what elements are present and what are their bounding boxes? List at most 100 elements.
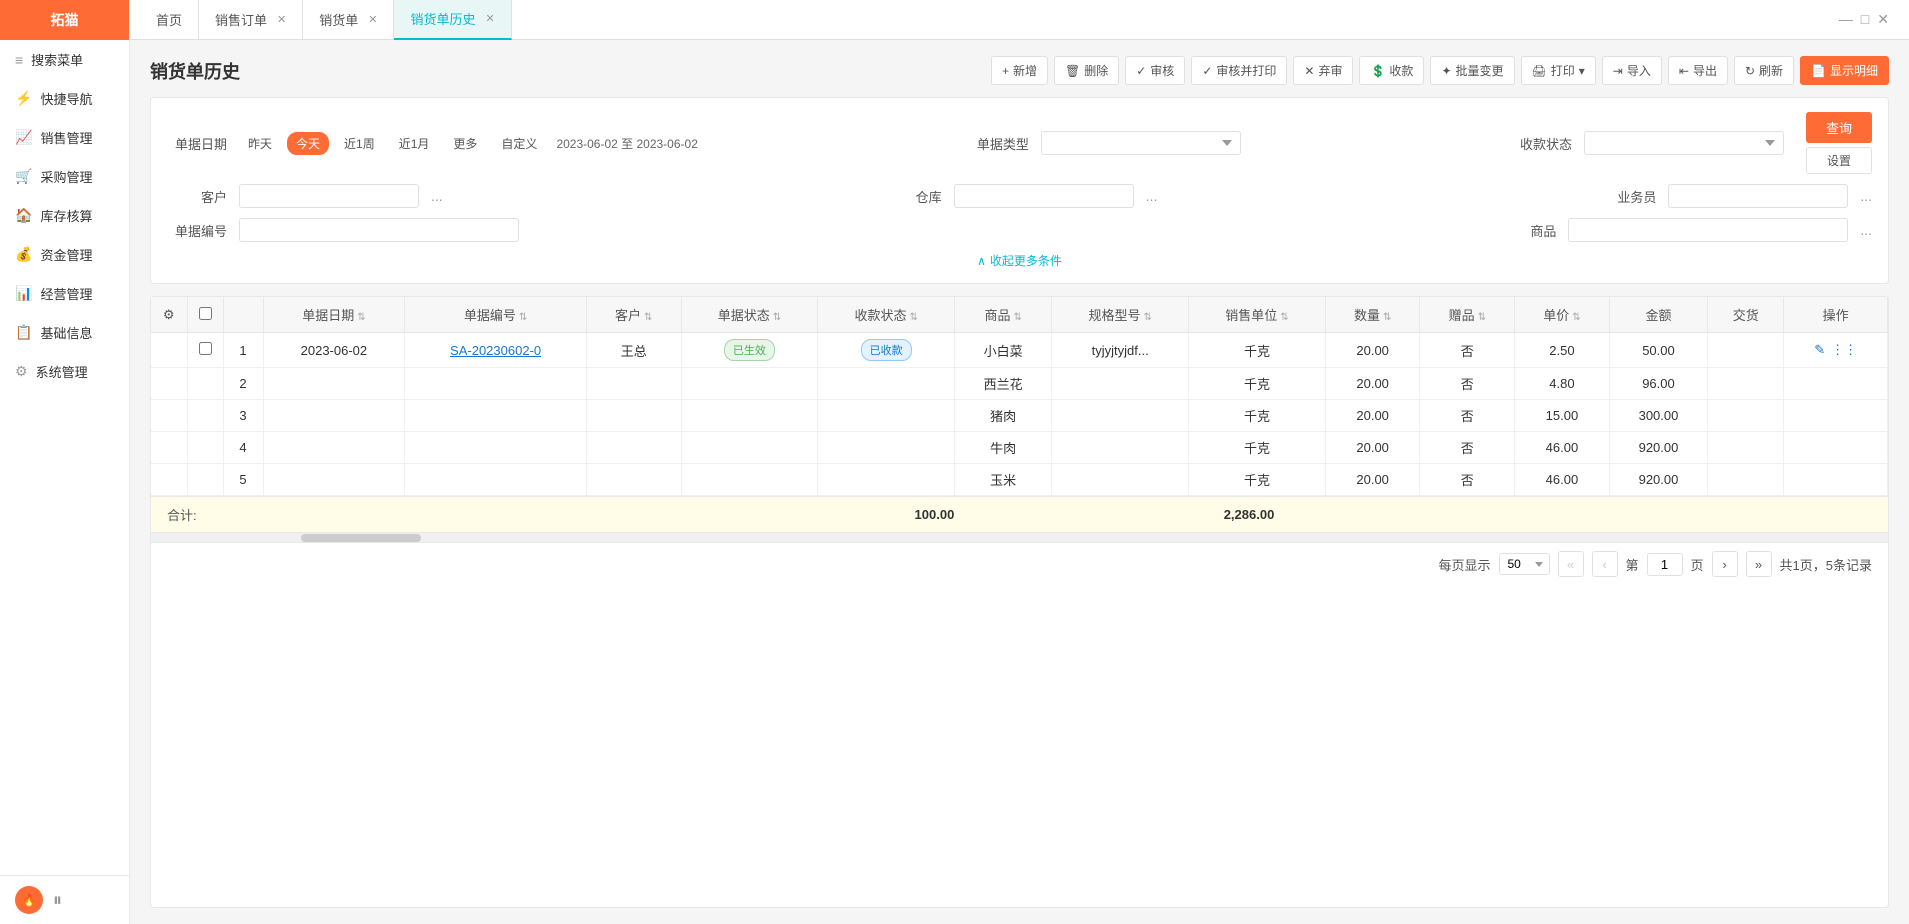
row-action[interactable] bbox=[1784, 464, 1888, 496]
unit-header[interactable]: 销售单位⇅ bbox=[1189, 297, 1326, 333]
tab-sales-order[interactable]: 销售订单 ✕ bbox=[199, 0, 303, 40]
close-window-icon[interactable]: ✕ bbox=[1877, 11, 1889, 28]
spec-header[interactable]: 规格型号⇅ bbox=[1052, 297, 1189, 333]
tab-home[interactable]: 首页 bbox=[140, 0, 199, 40]
row-check[interactable] bbox=[187, 464, 223, 496]
prev-page-button[interactable]: ‹ bbox=[1592, 551, 1618, 577]
tab-sales-history[interactable]: 销货单历史 ✕ bbox=[394, 0, 511, 40]
goods-header[interactable]: 商品⇅ bbox=[955, 297, 1052, 333]
audit-button[interactable]: ✓ 审核 bbox=[1125, 56, 1185, 85]
row-action[interactable] bbox=[1784, 368, 1888, 400]
date-yesterday[interactable]: 昨天 bbox=[239, 132, 281, 155]
customer-dots[interactable]: ... bbox=[431, 188, 443, 204]
sidebar-item-search-menu[interactable]: ≡ 搜索菜单 bbox=[0, 40, 129, 79]
sidebar-item-operations[interactable]: 📊 经营管理 bbox=[0, 274, 129, 313]
settings-button[interactable]: 设置 bbox=[1806, 147, 1872, 174]
system-icon: ⚙ bbox=[15, 363, 28, 380]
gear-header[interactable]: ⚙ bbox=[151, 297, 187, 333]
row-doc-no[interactable] bbox=[405, 432, 587, 464]
doc-date-header[interactable]: 单据日期⇅ bbox=[263, 297, 405, 333]
doc-status-header[interactable]: 单据状态⇅ bbox=[681, 297, 818, 333]
doc-no-input[interactable] bbox=[239, 218, 519, 242]
customer-input[interactable] bbox=[239, 184, 419, 208]
last-page-button[interactable]: » bbox=[1746, 551, 1772, 577]
sort-icon: ⇅ bbox=[1572, 312, 1580, 323]
maximize-icon[interactable]: □ bbox=[1861, 11, 1869, 28]
tab-sales-goods-close[interactable]: ✕ bbox=[368, 13, 377, 26]
payment-status-select[interactable] bbox=[1584, 131, 1784, 155]
batch-change-button[interactable]: ✦ 批量变更 bbox=[1430, 56, 1514, 85]
add-button[interactable]: + 新增 bbox=[991, 56, 1048, 85]
row-doc-no[interactable] bbox=[405, 464, 587, 496]
customer-header[interactable]: 客户⇅ bbox=[586, 297, 681, 333]
table-scroll: ⚙ 单据日期⇅ 单据编号⇅ 客户⇅ 单据状态⇅ 收款状态⇅ 商品⇅ 规格型号⇅ … bbox=[151, 297, 1888, 496]
scrollbar-thumb[interactable] bbox=[301, 534, 421, 542]
pause-icon[interactable]: ⏸ bbox=[53, 890, 62, 911]
row-doc-no[interactable] bbox=[405, 400, 587, 432]
sidebar-item-finance[interactable]: 💰 资金管理 bbox=[0, 235, 129, 274]
print-button[interactable]: 🖨 打印 ▾ bbox=[1521, 56, 1596, 85]
row-check[interactable] bbox=[187, 432, 223, 464]
row-checkbox[interactable] bbox=[199, 342, 212, 355]
first-page-button[interactable]: « bbox=[1558, 551, 1584, 577]
search-button[interactable]: 查询 bbox=[1806, 112, 1872, 143]
more-action[interactable]: ⋮⋮ bbox=[1831, 342, 1857, 357]
refresh-button[interactable]: ↻ 刷新 bbox=[1734, 56, 1794, 85]
date-last7[interactable]: 近1周 bbox=[335, 132, 384, 155]
minimize-icon[interactable]: — bbox=[1839, 11, 1853, 28]
add-label: 新增 bbox=[1013, 62, 1037, 79]
row-check[interactable] bbox=[187, 333, 223, 368]
price-header[interactable]: 单价⇅ bbox=[1515, 297, 1610, 333]
warehouse-input[interactable] bbox=[954, 184, 1134, 208]
tab-sales-history-close[interactable]: ✕ bbox=[486, 12, 495, 25]
delete-button[interactable]: 🗑 删除 bbox=[1054, 56, 1119, 85]
row-doc-no[interactable]: SA-20230602-0 bbox=[405, 333, 587, 368]
doc-no-header[interactable]: 单据编号⇅ bbox=[405, 297, 587, 333]
date-today[interactable]: 今天 bbox=[287, 132, 329, 155]
row-check[interactable] bbox=[187, 400, 223, 432]
pay-status-header[interactable]: 收款状态⇅ bbox=[818, 297, 955, 333]
warehouse-dots[interactable]: ... bbox=[1146, 188, 1158, 204]
action-header: 操作 bbox=[1784, 297, 1888, 333]
page-input[interactable] bbox=[1647, 553, 1683, 576]
sidebar-item-quick-nav[interactable]: ⚡ 快捷导航 bbox=[0, 79, 129, 118]
goods-input[interactable] bbox=[1568, 218, 1848, 242]
page-size-select[interactable]: 20 50 100 bbox=[1499, 553, 1550, 575]
row-action[interactable]: ✎ ⋮⋮ bbox=[1784, 333, 1888, 368]
collect-button[interactable]: 💲 收款 bbox=[1359, 56, 1424, 85]
date-custom[interactable]: 自定义 bbox=[492, 132, 546, 155]
row-action[interactable] bbox=[1784, 400, 1888, 432]
row-qty: 20.00 bbox=[1325, 333, 1420, 368]
collapse-button[interactable]: ∧ 收起更多条件 bbox=[167, 252, 1872, 269]
import-button[interactable]: ⇥ 导入 bbox=[1602, 56, 1662, 85]
date-last30[interactable]: 近1月 bbox=[390, 132, 439, 155]
export-button[interactable]: ⇤ 导出 bbox=[1668, 56, 1728, 85]
sidebar-item-inventory[interactable]: 🏠 库存核算 bbox=[0, 196, 129, 235]
row-action[interactable] bbox=[1784, 432, 1888, 464]
audit-print-button[interactable]: ✓ 审核并打印 bbox=[1191, 56, 1287, 85]
date-more[interactable]: 更多 bbox=[444, 132, 486, 155]
select-all-checkbox[interactable] bbox=[199, 307, 212, 320]
tab-sales-order-close[interactable]: ✕ bbox=[277, 13, 286, 26]
sidebar-item-purchase-mgmt[interactable]: 🛒 采购管理 bbox=[0, 157, 129, 196]
qty-header[interactable]: 数量⇅ bbox=[1325, 297, 1420, 333]
salesperson-input[interactable] bbox=[1668, 184, 1848, 208]
gift-header[interactable]: 赠品⇅ bbox=[1420, 297, 1515, 333]
salesperson-dots[interactable]: ... bbox=[1860, 188, 1872, 204]
sidebar-item-sales-mgmt[interactable]: 📈 销售管理 bbox=[0, 118, 129, 157]
abandon-button[interactable]: ✕ 弃审 bbox=[1293, 56, 1353, 85]
doc-type-select[interactable] bbox=[1041, 131, 1241, 155]
check-header[interactable] bbox=[187, 297, 223, 333]
edit-action[interactable]: ✎ bbox=[1814, 342, 1825, 357]
user-avatar[interactable]: 🔥 bbox=[15, 886, 43, 914]
sort-icon: ⇅ bbox=[1143, 312, 1151, 323]
goods-dots[interactable]: ... bbox=[1860, 222, 1872, 238]
row-check[interactable] bbox=[187, 368, 223, 400]
show-detail-button[interactable]: 📄 显示明细 bbox=[1800, 56, 1889, 85]
sidebar-item-base-info[interactable]: 📋 基础信息 bbox=[0, 313, 129, 352]
tab-sales-goods[interactable]: 销货单 ✕ bbox=[303, 0, 394, 40]
sidebar-item-system[interactable]: ⚙ 系统管理 bbox=[0, 352, 129, 391]
next-page-button[interactable]: › bbox=[1712, 551, 1738, 577]
row-doc-no[interactable] bbox=[405, 368, 587, 400]
horizontal-scrollbar[interactable] bbox=[151, 532, 1888, 542]
